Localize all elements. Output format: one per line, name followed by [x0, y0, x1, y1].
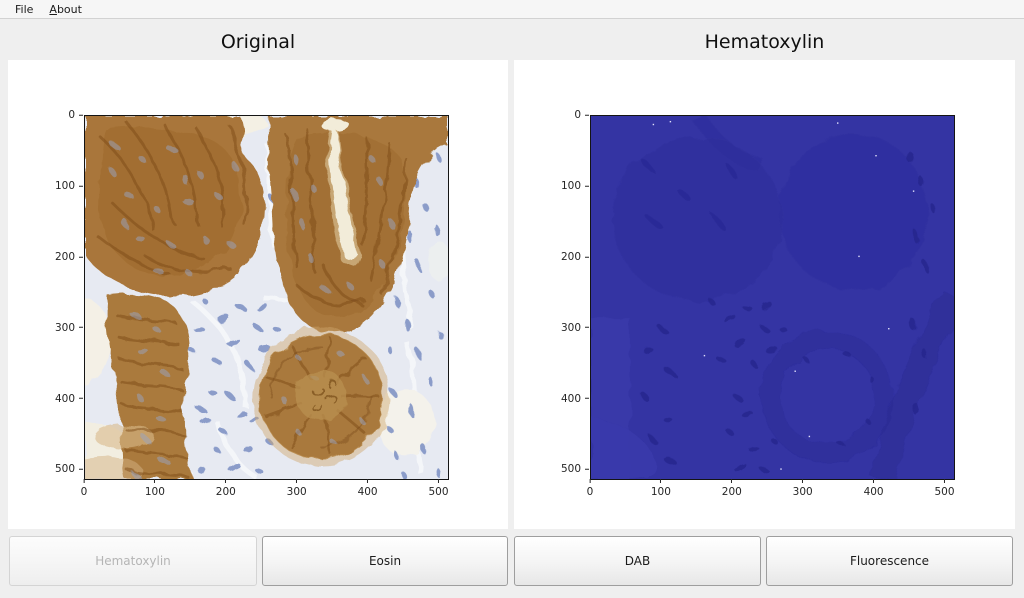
y-tick-mark	[79, 468, 83, 470]
x-tick-label: 100	[650, 486, 671, 498]
fluorescence-button[interactable]: Fluorescence	[766, 536, 1013, 586]
original-title: Original	[220, 31, 296, 53]
x-tick-label: 500	[934, 486, 955, 498]
x-tick-mark	[225, 479, 227, 483]
menu-file[interactable]: File	[8, 1, 40, 18]
x-tick-label: 400	[357, 486, 378, 498]
y-tick-label: 100	[54, 179, 75, 192]
x-tick: 500	[428, 479, 449, 498]
y-tick: 300	[29, 322, 83, 333]
x-tick-label: 500	[428, 486, 449, 498]
x-tick: 400	[864, 479, 884, 498]
y-tick: 400	[535, 393, 589, 404]
y-tick-mark	[585, 327, 589, 329]
hematoxylin-axes	[590, 115, 955, 480]
x-tick-mark	[154, 479, 156, 483]
hematoxylin-plot: 0 100 200 300 400 500 0 100 200 300 400 500	[561, 110, 955, 497]
y-tick: 100	[29, 181, 83, 192]
x-tick-mark	[873, 479, 875, 483]
x-tick-label: 300	[792, 486, 813, 498]
x-tick-mark	[367, 479, 369, 483]
y-tick: 200	[535, 252, 589, 263]
y-tick: 100	[535, 181, 589, 192]
y-tick-mark	[585, 114, 589, 116]
x-tick: 500	[934, 479, 955, 498]
y-tick: 400	[29, 393, 83, 404]
x-tick-mark	[589, 479, 591, 483]
y-tick-mark	[79, 114, 83, 116]
y-tick-label: 200	[54, 250, 75, 263]
y-tick: 500	[535, 464, 589, 475]
y-tick-mark	[79, 398, 83, 400]
x-tick-mark	[802, 479, 804, 483]
x-tick: 300	[793, 479, 813, 498]
y-tick: 200	[29, 252, 83, 263]
y-tick-mark	[79, 185, 83, 187]
x-tick-label: 300	[286, 486, 307, 498]
dab-button[interactable]: DAB	[514, 536, 761, 586]
y-tick-mark	[585, 398, 589, 400]
x-tick-label: 100	[144, 486, 165, 498]
hematoxylin-x-axis: 0 100 200 300 400 500	[587, 479, 955, 505]
y-tick-mark	[585, 256, 589, 258]
y-tick-mark	[79, 327, 83, 329]
original-plot: 0 100 200 300 400 500 0 100 200 300 400 500	[55, 110, 449, 497]
y-tick-mark	[585, 185, 589, 187]
x-tick: 100	[145, 479, 165, 498]
x-tick: 300	[287, 479, 307, 498]
y-tick-label: 100	[560, 179, 581, 192]
x-tick-mark	[296, 479, 298, 483]
y-tick-mark	[585, 468, 589, 470]
y-tick-label: 400	[54, 392, 75, 405]
x-tick-label: 200	[215, 486, 236, 498]
x-tick: 400	[358, 479, 378, 498]
y-tick-label: 500	[560, 463, 581, 476]
menubar: File About	[0, 0, 1024, 19]
y-tick-label: 500	[54, 463, 75, 476]
y-tick-label: 400	[560, 392, 581, 405]
x-tick: 200	[722, 479, 742, 498]
y-tick-label: 300	[54, 321, 75, 334]
x-tick-mark	[731, 479, 733, 483]
hematoxylin-y-axis: 0 100 200 300 400 500	[535, 110, 589, 478]
hematoxylin-title: Hematoxylin	[704, 31, 825, 53]
y-tick: 300	[535, 322, 589, 333]
original-x-axis: 0 100 200 300 400 500	[81, 479, 449, 505]
x-tick-mark	[83, 479, 85, 483]
hematoxylin-channel-image	[591, 116, 954, 479]
y-tick-label: 300	[560, 321, 581, 334]
y-tick-mark	[79, 256, 83, 258]
x-tick-mark	[943, 479, 945, 483]
x-tick-label: 200	[721, 486, 742, 498]
eosin-button[interactable]: Eosin	[262, 536, 508, 586]
x-tick: 200	[216, 479, 236, 498]
x-tick-label: 400	[863, 486, 884, 498]
original-histology-image	[85, 116, 448, 479]
original-y-axis: 0 100 200 300 400 500	[29, 110, 83, 478]
x-tick: 100	[651, 479, 671, 498]
original-axes	[84, 115, 449, 480]
y-tick: 500	[29, 464, 83, 475]
x-tick-mark	[660, 479, 662, 483]
x-tick-mark	[437, 479, 439, 483]
y-tick-label: 200	[560, 250, 581, 263]
menu-about[interactable]: About	[42, 1, 89, 18]
hematoxylin-button[interactable]: Hematoxylin	[9, 536, 257, 586]
